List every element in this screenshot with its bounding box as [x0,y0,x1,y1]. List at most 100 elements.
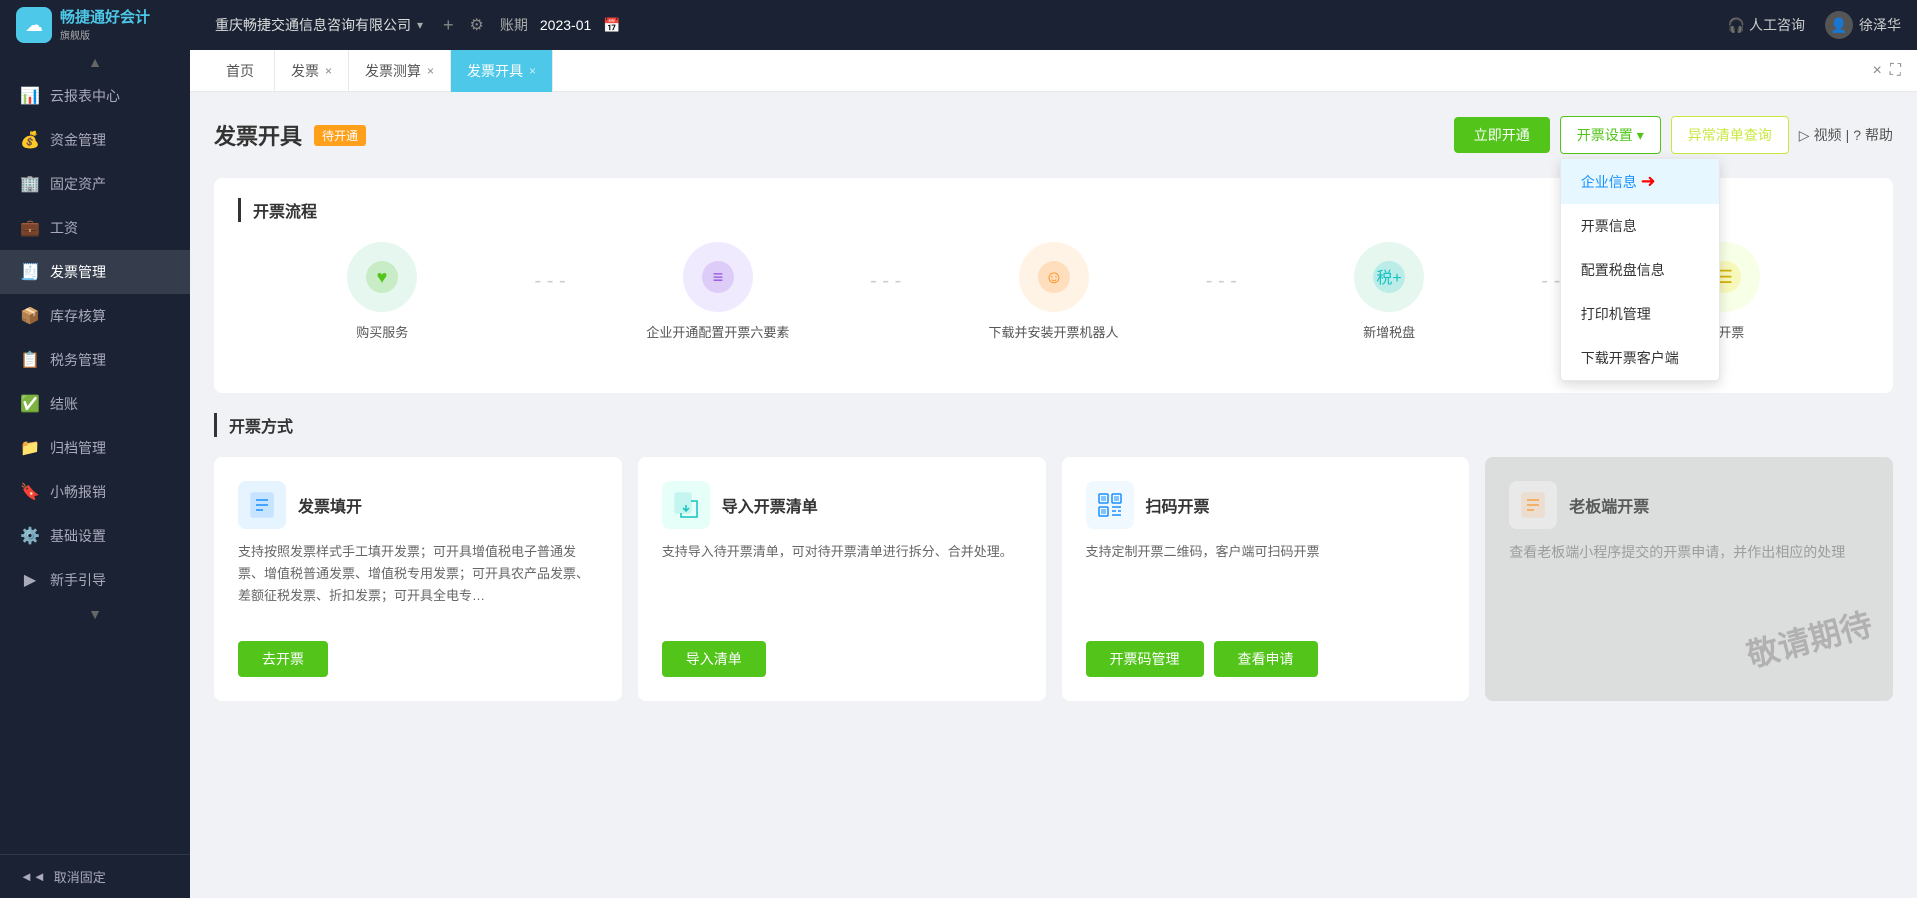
period-area: 账期 2023-01 📅 [500,15,621,35]
methods-section-title: 开票方式 [214,413,1893,437]
logo-text: 畅捷通好会计 [60,9,150,27]
tab-kaiju-label: 发票开具 [467,61,523,81]
tabs-bar: 首页 发票 × 发票测算 × 发票开具 × × ⛶ [190,50,1917,92]
maximize-button[interactable]: ⛶ [1890,62,1901,80]
sidebar-item-label: 基础设置 [50,526,106,546]
calendar-icon[interactable]: 📅 [603,17,620,34]
step-4: 税+ 新增税盘 [1245,242,1534,341]
tab-home[interactable]: 首页 [206,50,275,92]
settings-icon[interactable]: ⚙ [470,15,484,35]
step-arrow-2: - - - [870,270,901,293]
add-company-button[interactable]: + [443,15,454,36]
settings-dropdown-menu: 企业信息 ➜ 开票信息 配置税盘信息 打印机管理 [1560,158,1720,381]
method-btn-3b[interactable]: 查看申请 [1214,641,1318,677]
sidebar-item-zijin[interactable]: 💰 资金管理 [0,118,190,162]
tab-close-icon[interactable]: × [427,64,434,78]
tab-close-icon[interactable]: × [529,64,536,78]
sidebar-item-label: 结账 [50,394,78,414]
settings-label: 开票设置 [1577,125,1633,145]
sidebar-scroll-up[interactable]: ▲ [0,50,190,74]
settings-button[interactable]: 开票设置 ▾ [1560,116,1661,154]
logo-icon: ☁ [16,7,52,43]
sidebar-item-xinshou[interactable]: ▶ 新手引导 [0,558,190,602]
tab-cesuan-label: 发票测算 [365,61,421,81]
company-name: 重庆畅捷交通信息咨询有限公司 [215,15,411,35]
help-label: 人工咨询 [1749,15,1805,35]
sidebar-item-gongzi[interactable]: 💼 工资 [0,206,190,250]
chart-icon: 📊 [20,86,40,106]
user-name: 徐泽华 [1859,15,1901,35]
method-icon-3 [1086,481,1134,529]
period-label: 账期 [500,15,528,35]
step-arrow-3: - - - [1206,270,1237,293]
headset-icon: 🎧 [1728,17,1745,34]
method-btn-3a[interactable]: 开票码管理 [1086,641,1204,677]
sidebar-item-kucun[interactable]: 📦 库存核算 [0,294,190,338]
method-btn-2[interactable]: 导入清单 [662,641,766,677]
sidebar-scroll-down[interactable]: ▼ [0,602,190,626]
step-3: ☺ 下载并安装开票机器人 [909,242,1198,341]
tab-fapiao-cesuan[interactable]: 发票测算 × [349,50,451,92]
company-selector[interactable]: 重庆畅捷交通信息咨询有限公司 ▾ [215,15,423,35]
sidebar-item-guidang[interactable]: 📁 归档管理 [0,426,190,470]
cancel-fixed-label: 取消固定 [54,867,106,886]
dropdown-item-label: 企业信息 [1581,174,1637,190]
method-icon-1 [238,481,286,529]
dropdown-item-label: 开票信息 [1581,218,1637,234]
method-btn-1[interactable]: 去开票 [238,641,328,677]
methods-grid: 发票填开 支持按照发票样式手工填开发票；可开具增值税电子普通发票、增值税普通发票… [214,457,1893,701]
sidebar-item-xiaochang[interactable]: 🔖 小畅报销 [0,470,190,514]
help-label[interactable]: 帮助 [1865,125,1893,145]
step-2: ≡ 企业开通配置开票六要素 [574,242,863,341]
method-card-scan: 扫码开票 支持定制开票二维码，客户端可扫码开票 开票码管理 查看申请 [1062,457,1470,701]
sidebar-item-jichushezhi[interactable]: ⚙️ 基础设置 [0,514,190,558]
sidebar-item-label: 税务管理 [50,350,106,370]
dropdown-item-invoice-info[interactable]: 开票信息 [1561,204,1719,248]
dropdown-item-download-client[interactable]: 下载开票客户端 [1561,336,1719,380]
logo-text-block: 畅捷通好会计 旗舰版 [60,9,150,42]
pin-icon: ◄◄ [20,869,46,884]
gear-icon: ⚙️ [20,526,40,546]
tab-fapiao-kaiju[interactable]: 发票开具 × [451,50,553,92]
money-icon: 💰 [20,130,40,150]
sidebar-item-gudingzichan[interactable]: 🏢 固定资产 [0,162,190,206]
help-button[interactable]: 🎧 人工咨询 [1728,15,1805,35]
page-title-row: 发票开具 待开通 [214,119,366,151]
sidebar-item-fapiao[interactable]: 🧾 发票管理 [0,250,190,294]
method-icon-2 [662,481,710,529]
dropdown-item-printer[interactable]: 打印机管理 [1561,292,1719,336]
sidebar-item-yunbaobiao[interactable]: 📊 云报表中心 [0,74,190,118]
chevron-down-icon: ▾ [417,18,423,32]
tab-fapiao[interactable]: 发票 × [275,50,349,92]
dropdown-item-label: 配置税盘信息 [1581,262,1665,278]
briefcase-icon: 💼 [20,218,40,238]
sidebar-item-jiezhang[interactable]: ✅ 结账 [0,382,190,426]
step-3-label: 下载并安装开票机器人 [989,322,1119,341]
sidebar-item-label: 小畅报销 [50,482,106,502]
invoice-icon: 🧾 [20,262,40,282]
close-all-button[interactable]: × [1872,62,1881,80]
dropdown-item-company[interactable]: 企业信息 ➜ [1561,159,1719,204]
svg-text:税+: 税+ [1376,269,1401,287]
red-arrow-icon: ➜ [1641,171,1656,192]
sidebar-item-shuiwu[interactable]: 📋 税务管理 [0,338,190,382]
method-header-1: 发票填开 [238,481,598,529]
video-label[interactable]: 视频 [1814,125,1842,145]
play-circle-icon: ▷ [1799,127,1810,144]
method-icon-4 [1509,481,1557,529]
method-header-2: 导入开票清单 [662,481,1022,529]
cancel-fixed-button[interactable]: ◄◄ 取消固定 [0,855,190,898]
user-info[interactable]: 👤 徐泽华 [1825,11,1901,39]
play-icon: ▶ [20,570,40,590]
sidebar-item-label: 云报表中心 [50,86,120,106]
tab-close-icon[interactable]: × [325,64,332,78]
page-content: 发票开具 待开通 立即开通 开票设置 ▾ [190,92,1917,898]
step-arrow-1: - - - [535,270,566,293]
abnormal-list-button[interactable]: 异常清单查询 [1671,116,1789,154]
activate-button[interactable]: 立即开通 [1454,117,1550,153]
tax-icon: 📋 [20,350,40,370]
dropdown-item-tax-config[interactable]: 配置税盘信息 [1561,248,1719,292]
method-desc-3: 支持定制开票二维码，客户端可扫码开票 [1086,541,1446,621]
top-bar: ☁ 畅捷通好会计 旗舰版 重庆畅捷交通信息咨询有限公司 ▾ + ⚙ 账期 202… [0,0,1917,50]
tab-fapiao-label: 发票 [291,61,319,81]
